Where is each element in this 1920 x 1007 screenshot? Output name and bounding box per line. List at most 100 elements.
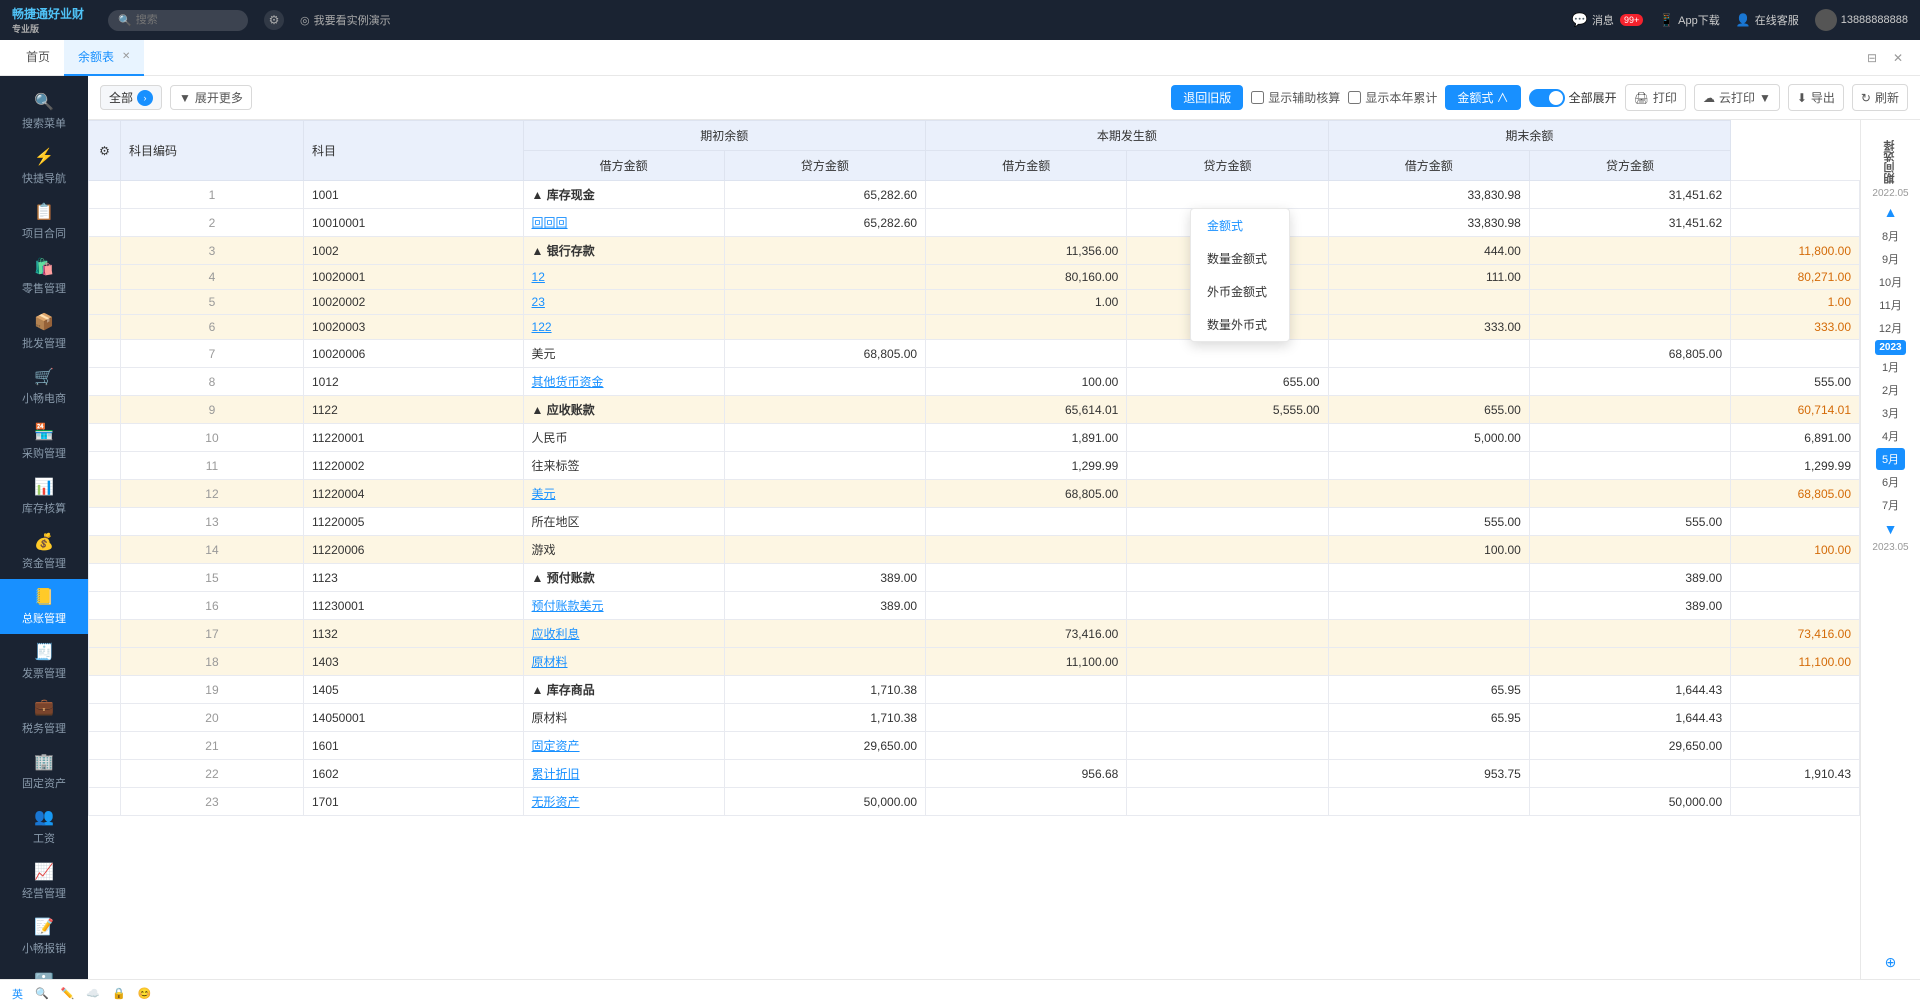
- sidebar-item-retail[interactable]: 🛍️ 零售管理: [0, 249, 88, 304]
- settings-icon[interactable]: ⚙: [264, 10, 284, 30]
- name-cell[interactable]: 预付账款美元: [523, 592, 724, 620]
- name-cell[interactable]: 回回回: [523, 209, 724, 237]
- row-num-cell: 8: [121, 368, 304, 396]
- sidebar-item-purchase[interactable]: 🏪 采购管理: [0, 414, 88, 469]
- bottom-lock-icon[interactable]: 🔒: [112, 987, 126, 1000]
- sidebar-item-contract[interactable]: 📋 项目合同: [0, 194, 88, 249]
- tab-close-icon[interactable]: ✕: [122, 51, 130, 62]
- period-month-3[interactable]: 3月: [1876, 402, 1905, 424]
- sidebar-item-assets[interactable]: 🏢 固定资产: [0, 744, 88, 799]
- name-cell[interactable]: 固定资产: [523, 732, 724, 760]
- period-month-1[interactable]: 1月: [1876, 356, 1905, 378]
- demo-link[interactable]: ◎ 我要看实例演示: [300, 12, 391, 28]
- row-settings-cell: [89, 732, 121, 760]
- name-cell[interactable]: 原材料: [523, 648, 724, 676]
- row-settings-cell: [89, 265, 121, 290]
- row-settings-cell: [89, 508, 121, 536]
- period-month-8[interactable]: 8月: [1876, 225, 1905, 247]
- name-cell[interactable]: 其他货币资金: [523, 368, 724, 396]
- bottom-lang[interactable]: 英: [12, 986, 23, 1002]
- sidebar-item-search[interactable]: 🔍 搜索菜单: [0, 84, 88, 139]
- period-scroll-up[interactable]: ▲: [1880, 200, 1902, 224]
- sidebar-item-invoice[interactable]: 🧾 发票管理: [0, 634, 88, 689]
- sidebar-item-base[interactable]: ℹ️ 基础信息: [0, 964, 88, 979]
- amount-cell: [1529, 396, 1730, 424]
- dropdown-item-qty-currency[interactable]: 数量外币式: [1191, 308, 1289, 341]
- sidebar-item-quicknav[interactable]: ⚡ 快捷导航: [0, 139, 88, 194]
- breadcrumb-nav-button[interactable]: ›: [137, 90, 153, 106]
- name-cell[interactable]: ▲ 库存商品: [523, 676, 724, 704]
- row-settings-cell: [89, 648, 121, 676]
- show-assist-input[interactable]: [1251, 91, 1264, 104]
- print-button[interactable]: 🖨 打印: [1625, 84, 1686, 111]
- sidebar-item-ecommerce[interactable]: 🛒 小畅电商: [0, 359, 88, 414]
- sidebar-item-inventory[interactable]: 📊 库存核算: [0, 469, 88, 524]
- user-menu[interactable]: 13888888888: [1815, 9, 1908, 31]
- row-settings-cell: [89, 788, 121, 816]
- period-month-2[interactable]: 2月: [1876, 379, 1905, 401]
- window-restore-icon[interactable]: ⊟: [1862, 48, 1882, 68]
- sidebar-item-capital[interactable]: 💰 资金管理: [0, 524, 88, 579]
- name-cell[interactable]: 美元: [523, 480, 724, 508]
- name-cell[interactable]: ▲ 库存现金: [523, 181, 724, 209]
- name-cell[interactable]: 122: [523, 315, 724, 340]
- dropdown-item-amount[interactable]: 金额式: [1191, 209, 1289, 242]
- sidebar-item-payroll[interactable]: 👥 工资: [0, 799, 88, 854]
- search-bar[interactable]: 🔍: [108, 10, 248, 31]
- period-expand-icon[interactable]: ⊕: [1885, 954, 1897, 971]
- row-settings-cell: [89, 396, 121, 424]
- name-cell[interactable]: 累计折旧: [523, 760, 724, 788]
- bottom-cloud-icon[interactable]: ☁️: [86, 987, 100, 1000]
- th-settings[interactable]: ⚙: [89, 121, 121, 181]
- sidebar-item-biz[interactable]: 📈 经营管理: [0, 854, 88, 909]
- dropdown-item-currency-amount[interactable]: 外币金额式: [1191, 275, 1289, 308]
- period-month-6[interactable]: 6月: [1876, 471, 1905, 493]
- period-month-12[interactable]: 12月: [1873, 317, 1908, 339]
- amount-cell: [1529, 290, 1730, 315]
- refresh-button[interactable]: ↻ 刷新: [1852, 84, 1908, 111]
- view-mode-button[interactable]: 金额式 ∧: [1445, 85, 1520, 110]
- show-ytd-input[interactable]: [1348, 91, 1361, 104]
- period-month-7[interactable]: 7月: [1876, 494, 1905, 516]
- name-cell[interactable]: 12: [523, 265, 724, 290]
- name-cell[interactable]: 应收利息: [523, 620, 724, 648]
- period-month-10[interactable]: 10月: [1873, 271, 1908, 293]
- amount-cell: [1529, 424, 1730, 452]
- cloud-print-button[interactable]: ☁ 云打印 ▼: [1694, 84, 1780, 111]
- bottom-search-icon[interactable]: 🔍: [35, 987, 49, 1000]
- sidebar-item-ledger[interactable]: 📒 总账管理: [0, 579, 88, 634]
- expand-all-toggle[interactable]: 全部展开: [1529, 89, 1617, 107]
- window-close-icon[interactable]: ✕: [1888, 48, 1908, 68]
- online-service-button[interactable]: 👤 在线客服: [1736, 12, 1799, 28]
- name-cell[interactable]: 23: [523, 290, 724, 315]
- msg-button[interactable]: 💬 消息 99+: [1572, 12, 1643, 28]
- name-cell[interactable]: ▲ 银行存款: [523, 237, 724, 265]
- tab-home[interactable]: 首页: [12, 40, 64, 76]
- return-old-version-button[interactable]: 退回旧版: [1171, 85, 1243, 110]
- sidebar-item-wholesale[interactable]: 📦 批发管理: [0, 304, 88, 359]
- name-cell[interactable]: ▲ 预付账款: [523, 564, 724, 592]
- purchase-icon: 🏪: [34, 422, 54, 442]
- show-ytd-checkbox[interactable]: 显示本年累计: [1348, 89, 1437, 106]
- tab-balance[interactable]: 余额表 ✕: [64, 40, 144, 76]
- sidebar-item-report[interactable]: 📝 小畅报销: [0, 909, 88, 964]
- bottom-smile-icon[interactable]: 😊: [138, 987, 152, 1000]
- sidebar-item-tax[interactable]: 💼 税务管理: [0, 689, 88, 744]
- period-month-5[interactable]: 5月: [1876, 448, 1905, 470]
- bottom-edit-icon[interactable]: ✏️: [61, 987, 75, 1000]
- export-button[interactable]: ⬇ 导出: [1788, 84, 1844, 111]
- period-month-9[interactable]: 9月: [1876, 248, 1905, 270]
- name-cell[interactable]: 无形资产: [523, 788, 724, 816]
- period-month-11[interactable]: 11月: [1873, 294, 1907, 316]
- search-input[interactable]: [136, 14, 236, 26]
- name-cell[interactable]: ▲ 应收账款: [523, 396, 724, 424]
- refresh-icon: ↻: [1861, 91, 1871, 105]
- show-assist-checkbox[interactable]: 显示辅助核算: [1251, 89, 1340, 106]
- wholesale-icon: 📦: [34, 312, 54, 332]
- expand-more-button[interactable]: ▼ 展开更多: [170, 85, 252, 110]
- period-month-4[interactable]: 4月: [1876, 425, 1905, 447]
- period-scroll-down[interactable]: ▼: [1880, 517, 1902, 541]
- expand-all-switch[interactable]: [1529, 89, 1565, 107]
- app-download-button[interactable]: 📱 App下载: [1659, 12, 1720, 28]
- dropdown-item-qty-amount[interactable]: 数量金额式: [1191, 242, 1289, 275]
